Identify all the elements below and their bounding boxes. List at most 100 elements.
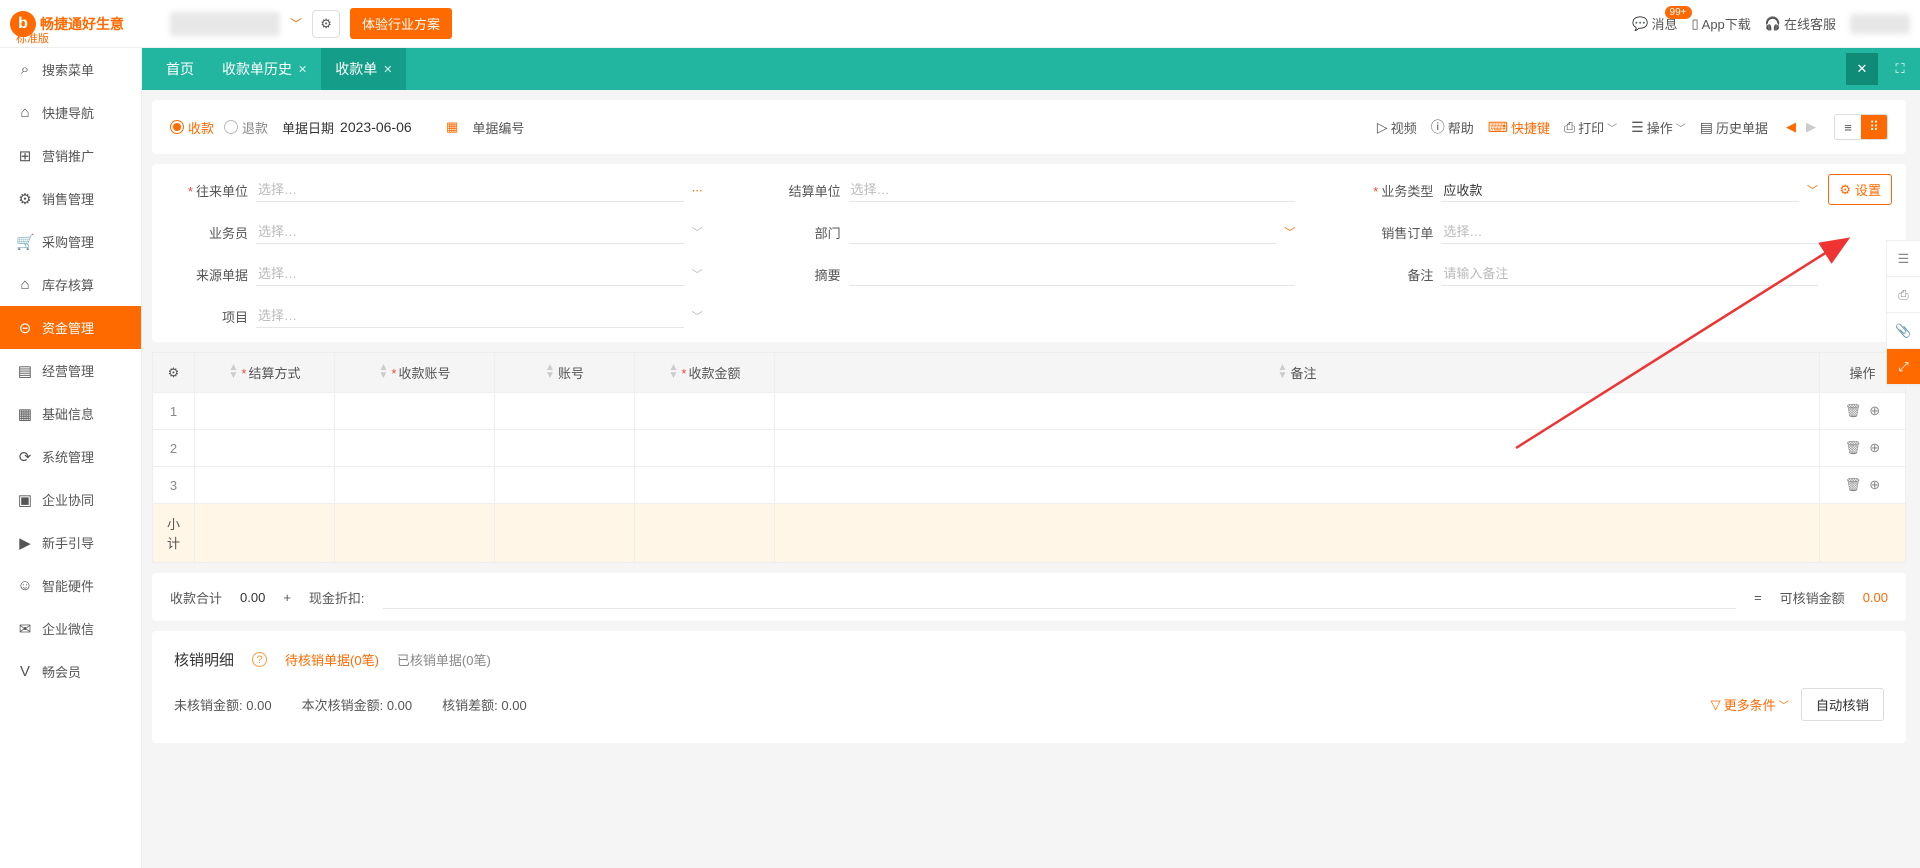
col-receipt-account[interactable]: ▲▼*收款账号 <box>335 353 495 393</box>
cell-settle[interactable] <box>195 430 335 467</box>
summary-input[interactable] <box>849 262 1296 286</box>
add-row-icon[interactable]: ⊕ <box>1869 477 1880 492</box>
phone-icon: ▯ <box>1692 16 1699 32</box>
help-icon[interactable]: ? <box>252 652 267 667</box>
float-expand-button[interactable]: ⤢ <box>1887 349 1920 385</box>
project-input[interactable] <box>256 304 684 328</box>
more-icon[interactable]: ⋯ <box>692 184 703 197</box>
tab-2[interactable]: 收款单✕ <box>321 48 406 90</box>
doc-date-input[interactable] <box>340 119 440 136</box>
sidebar-item-9[interactable]: ⟳系统管理 <box>0 435 141 478</box>
delete-icon[interactable]: 🗑 <box>1845 440 1862 455</box>
clerk-input[interactable] <box>256 220 684 244</box>
cell-acct[interactable] <box>335 393 495 430</box>
cell-amount[interactable] <box>635 393 775 430</box>
trial-industry-button[interactable]: 体验行业方案 <box>350 8 452 39</box>
sidebar-item-10[interactable]: ▣企业协同 <box>0 478 141 521</box>
chevron-down-icon[interactable]: ﹀ <box>692 224 703 240</box>
radio-receive[interactable]: 收款 <box>170 118 214 137</box>
close-icon[interactable]: ✕ <box>383 63 392 76</box>
cell-amount[interactable] <box>635 430 775 467</box>
sidebar-item-1[interactable]: ⌂快捷导航 <box>0 91 141 134</box>
tab-0[interactable]: 首页 <box>152 48 208 90</box>
table-row[interactable]: 3🗑⊕ <box>153 467 1906 504</box>
sidebar-item-4[interactable]: 🛒采购管理 <box>0 220 141 263</box>
add-row-icon[interactable]: ⊕ <box>1869 403 1880 418</box>
delete-icon[interactable]: 🗑 <box>1845 403 1862 418</box>
sidebar-item-12[interactable]: ☺智能硬件 <box>0 564 141 607</box>
cell-settle[interactable] <box>195 393 335 430</box>
sidebar-item-0[interactable]: ⌕搜索菜单 <box>0 48 141 91</box>
chevron-down-icon[interactable]: ﹀ <box>290 15 302 32</box>
chevron-down-icon[interactable]: ﹀ <box>692 308 703 324</box>
chevron-down-icon[interactable]: ﹀ <box>692 266 703 282</box>
fullscreen-button[interactable]: ⛶ <box>1884 53 1916 85</box>
chevron-down-icon[interactable]: ﹀ <box>1807 182 1818 198</box>
tab-1[interactable]: 收款单历史✕ <box>208 48 321 90</box>
cell-acctno[interactable] <box>495 393 635 430</box>
radio-refund[interactable]: 退款 <box>224 118 268 137</box>
more-conditions-link[interactable]: ▽ 更多条件 ﹀ <box>1711 695 1789 714</box>
cell-acct[interactable] <box>335 430 495 467</box>
view-list-button[interactable]: ≡ <box>1835 115 1861 139</box>
table-row[interactable]: 2🗑⊕ <box>153 430 1906 467</box>
nav-next-button[interactable]: ▶ <box>1802 119 1820 135</box>
sidebar-item-14[interactable]: V畅会员 <box>0 650 141 693</box>
nav-prev-button[interactable]: ◀ <box>1782 119 1800 135</box>
operate-link[interactable]: ☰操作﹀ <box>1631 118 1686 137</box>
col-settle-method[interactable]: ▲▼*结算方式 <box>195 353 335 393</box>
src-doc-input[interactable] <box>256 262 684 286</box>
video-link[interactable]: ▷视频 <box>1377 118 1417 137</box>
cell-settle[interactable] <box>195 467 335 504</box>
cell-acct[interactable] <box>335 467 495 504</box>
messages-link[interactable]: 💬 消息 99+ <box>1632 14 1677 33</box>
cell-remark[interactable] <box>775 467 1820 504</box>
settings-button[interactable]: ⚙ 设置 <box>1828 174 1892 205</box>
view-form-button[interactable]: ⠿ <box>1861 115 1887 139</box>
table-row[interactable]: 1🗑⊕ <box>153 393 1906 430</box>
col-amount[interactable]: ▲▼*收款金额 <box>635 353 775 393</box>
cell-remark[interactable] <box>775 393 1820 430</box>
settle-unit-input[interactable] <box>849 178 1296 202</box>
col-account-no[interactable]: ▲▼账号 <box>495 353 635 393</box>
settings-gear-button[interactable]: ⚙ <box>312 10 340 38</box>
history-link[interactable]: ▤历史单据 <box>1700 118 1768 137</box>
print-link[interactable]: ⎙打印﹀ <box>1564 118 1617 137</box>
cell-acctno[interactable] <box>495 430 635 467</box>
online-support-link[interactable]: 🎧 在线客服 <box>1765 14 1836 33</box>
sidebar-item-2[interactable]: ⊞营销推广 <box>0 134 141 177</box>
verify-tab-pending[interactable]: 待核销单据(0笔) <box>285 650 379 669</box>
table-config-header[interactable]: ⚙ <box>153 353 195 393</box>
remark-input[interactable] <box>1441 262 1818 286</box>
close-all-tabs-button[interactable]: ✕ <box>1846 53 1878 85</box>
col-remark[interactable]: ▲▼备注 <box>775 353 1820 393</box>
cell-acctno[interactable] <box>495 467 635 504</box>
sales-order-input[interactable] <box>1441 220 1818 244</box>
app-download-link[interactable]: ▯ App下载 <box>1692 14 1751 33</box>
cell-remark[interactable] <box>775 430 1820 467</box>
sidebar-item-8[interactable]: ▦基础信息 <box>0 392 141 435</box>
float-attach-button[interactable]: 📎 <box>1887 313 1920 349</box>
cell-amount[interactable] <box>635 467 775 504</box>
sidebar-item-7[interactable]: ▤经营管理 <box>0 349 141 392</box>
verify-tab-done[interactable]: 已核销单据(0笔) <box>397 650 491 669</box>
sidebar-item-11[interactable]: ▶新手引导 <box>0 521 141 564</box>
partner-input[interactable] <box>256 178 684 202</box>
sidebar-item-5[interactable]: ⌂库存核算 <box>0 263 141 306</box>
shortcut-link[interactable]: ⌨快捷键 <box>1488 118 1550 137</box>
help-link[interactable]: ⓘ帮助 <box>1431 117 1474 137</box>
float-draft-button[interactable]: ☰ <box>1887 241 1920 277</box>
delete-icon[interactable]: 🗑 <box>1845 477 1862 492</box>
sidebar-item-13[interactable]: ✉企业微信 <box>0 607 141 650</box>
biz-type-input[interactable] <box>1441 178 1799 202</box>
calendar-icon[interactable]: ▦ <box>446 119 458 135</box>
dept-input[interactable] <box>849 220 1277 244</box>
cash-discount-input[interactable] <box>383 585 1737 609</box>
auto-verify-button[interactable]: 自动核销 <box>1801 688 1884 721</box>
sidebar-item-6[interactable]: ⊝资金管理 <box>0 306 141 349</box>
sidebar-item-3[interactable]: ⚙销售管理 <box>0 177 141 220</box>
close-icon[interactable]: ✕ <box>298 63 307 76</box>
chevron-down-icon[interactable]: ﹀ <box>1284 224 1295 240</box>
add-row-icon[interactable]: ⊕ <box>1869 440 1880 455</box>
float-print-button[interactable]: ⎙ <box>1887 277 1920 313</box>
